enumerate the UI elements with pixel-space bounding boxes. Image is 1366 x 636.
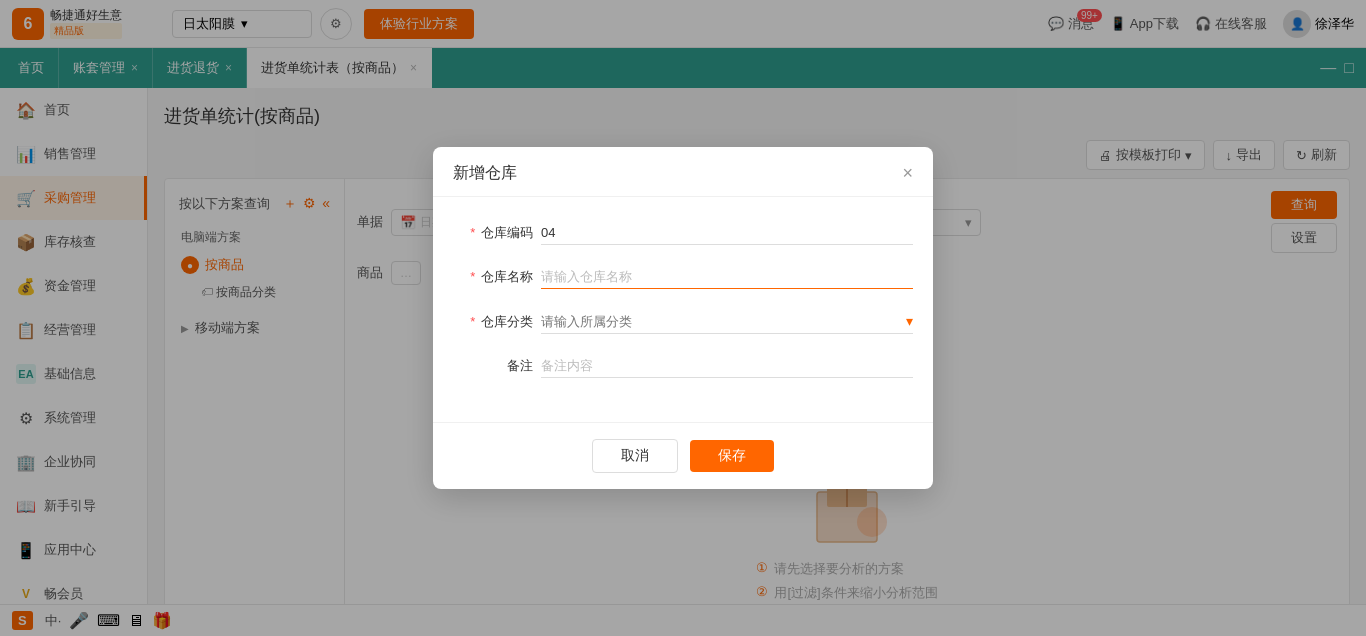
modal-title: 新增仓库 [453, 163, 517, 184]
modal-body: * 仓库编码 * 仓库名称 * 仓库分类 [433, 197, 933, 422]
save-button[interactable]: 保存 [690, 440, 774, 472]
modal-header: 新增仓库 × [433, 147, 933, 197]
required-star: * [470, 225, 475, 240]
category-label: * 仓库分类 [453, 313, 533, 331]
form-row-remark: 备注 [453, 354, 913, 378]
category-input[interactable] [541, 314, 906, 329]
cancel-button[interactable]: 取消 [592, 439, 678, 473]
code-label: * 仓库编码 [453, 224, 533, 242]
modal-close-icon[interactable]: × [902, 163, 913, 184]
category-arrow-icon[interactable]: ▾ [906, 313, 913, 329]
required-star-3: * [470, 314, 475, 329]
modal-footer: 取消 保存 [433, 422, 933, 489]
modal-overlay[interactable]: 新增仓库 × * 仓库编码 * 仓库名称 [0, 0, 1366, 636]
remark-input[interactable] [541, 354, 913, 378]
warehouse-name-input[interactable] [541, 265, 913, 289]
name-label: * 仓库名称 [453, 268, 533, 286]
remark-label: 备注 [453, 357, 533, 375]
required-star-2: * [470, 269, 475, 284]
warehouse-code-input[interactable] [541, 221, 913, 245]
form-row-name: * 仓库名称 [453, 265, 913, 289]
new-warehouse-modal: 新增仓库 × * 仓库编码 * 仓库名称 [433, 147, 933, 489]
category-selector[interactable]: ▾ [541, 309, 913, 334]
form-row-code: * 仓库编码 [453, 221, 913, 245]
form-row-category: * 仓库分类 ▾ [453, 309, 913, 334]
